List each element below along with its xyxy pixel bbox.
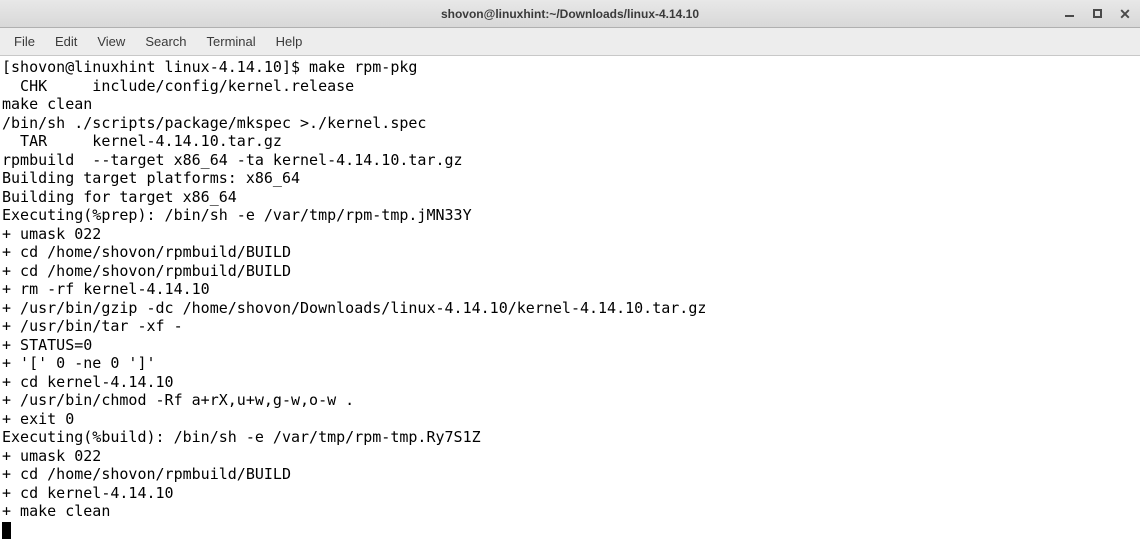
terminal-line: TAR kernel-4.14.10.tar.gz (2, 132, 282, 150)
maximize-icon (1093, 9, 1102, 18)
minimize-button[interactable] (1062, 7, 1076, 21)
terminal-cursor (2, 522, 11, 539)
terminal-line: [shovon@linuxhint linux-4.14.10]$ make r… (2, 58, 417, 76)
close-button[interactable]: ✕ (1118, 7, 1132, 21)
terminal-line: + exit 0 (2, 410, 74, 428)
terminal-line: Building for target x86_64 (2, 188, 237, 206)
terminal-line: + umask 022 (2, 225, 101, 243)
terminal-line: rpmbuild --target x86_64 -ta kernel-4.14… (2, 151, 463, 169)
terminal-line: + cd /home/shovon/rpmbuild/BUILD (2, 262, 291, 280)
menu-file[interactable]: File (4, 30, 45, 53)
menu-terminal[interactable]: Terminal (197, 30, 266, 53)
menu-search[interactable]: Search (135, 30, 196, 53)
terminal-line: /bin/sh ./scripts/package/mkspec >./kern… (2, 114, 426, 132)
terminal-line: + /usr/bin/gzip -dc /home/shovon/Downloa… (2, 299, 706, 317)
titlebar: shovon@linuxhint:~/Downloads/linux-4.14.… (0, 0, 1140, 28)
terminal-line: + /usr/bin/chmod -Rf a+rX,u+w,g-w,o-w . (2, 391, 354, 409)
menu-view[interactable]: View (87, 30, 135, 53)
terminal-line: + '[' 0 -ne 0 ']' (2, 354, 156, 372)
terminal-line: + STATUS=0 (2, 336, 92, 354)
menu-help[interactable]: Help (266, 30, 313, 53)
window-title: shovon@linuxhint:~/Downloads/linux-4.14.… (441, 7, 699, 21)
terminal-line: + /usr/bin/tar -xf - (2, 317, 183, 335)
maximize-button[interactable] (1090, 7, 1104, 21)
terminal-line: + rm -rf kernel-4.14.10 (2, 280, 210, 298)
terminal-line: CHK include/config/kernel.release (2, 77, 354, 95)
terminal-line: Executing(%build): /bin/sh -e /var/tmp/r… (2, 428, 481, 446)
terminal-line: + make clean (2, 502, 110, 520)
terminal-line: Building target platforms: x86_64 (2, 169, 300, 187)
terminal-output[interactable]: [shovon@linuxhint linux-4.14.10]$ make r… (0, 56, 1140, 554)
close-icon: ✕ (1119, 7, 1131, 21)
menubar: File Edit View Search Terminal Help (0, 28, 1140, 56)
minimize-icon (1065, 11, 1074, 17)
menu-edit[interactable]: Edit (45, 30, 87, 53)
terminal-line: + cd kernel-4.14.10 (2, 484, 174, 502)
terminal-line: + cd /home/shovon/rpmbuild/BUILD (2, 465, 291, 483)
terminal-line: + cd kernel-4.14.10 (2, 373, 174, 391)
terminal-line: Executing(%prep): /bin/sh -e /var/tmp/rp… (2, 206, 472, 224)
terminal-window: shovon@linuxhint:~/Downloads/linux-4.14.… (0, 0, 1140, 554)
window-controls: ✕ (1062, 7, 1132, 21)
terminal-line: + cd /home/shovon/rpmbuild/BUILD (2, 243, 291, 261)
terminal-line: + umask 022 (2, 447, 101, 465)
terminal-line: make clean (2, 95, 92, 113)
